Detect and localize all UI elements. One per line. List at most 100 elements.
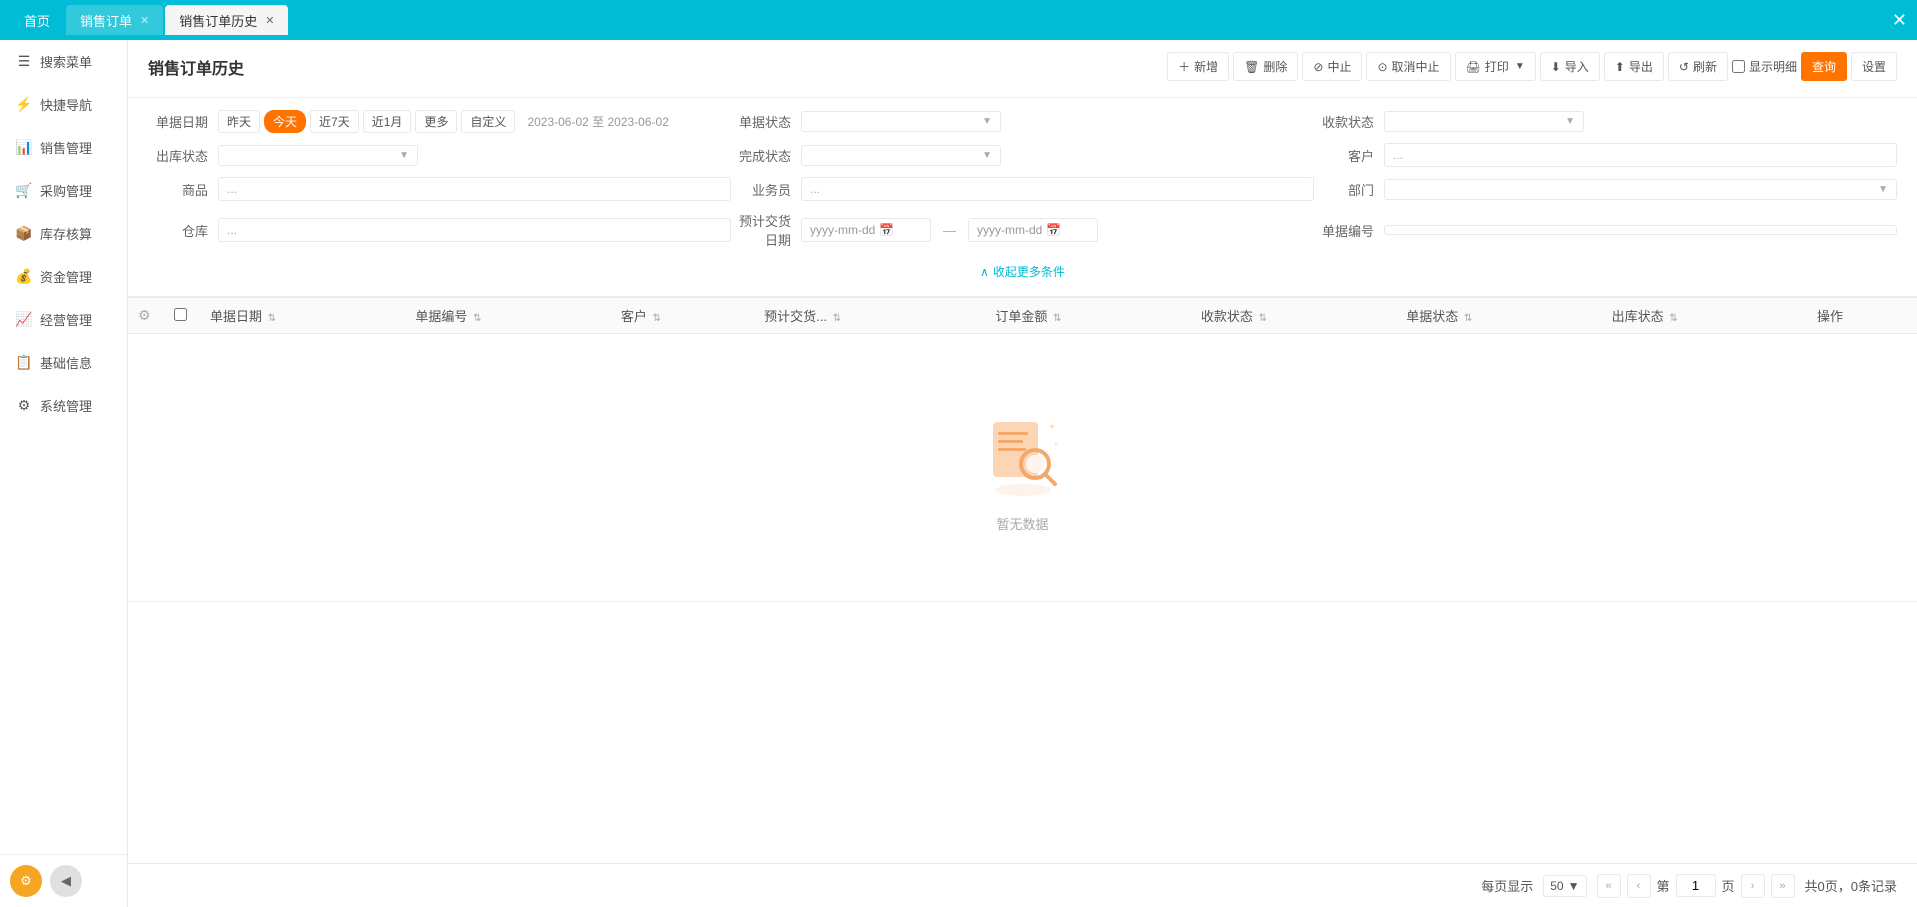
export-button[interactable]: ⬆ 导出 (1604, 52, 1664, 81)
last-page-btn[interactable]: » (1771, 874, 1795, 898)
operations-icon: 📈 (16, 312, 32, 328)
salesman-input[interactable]: ... (801, 177, 1314, 201)
next-page-btn[interactable]: › (1741, 874, 1765, 898)
th-operation: 操作 (1807, 298, 1917, 334)
header-row: ⚙ 单据日期 ⇅ 单据编号 ⇅ (128, 298, 1917, 334)
goods-label: 商品 (148, 180, 218, 199)
collapse-filter-row[interactable]: ∧ 收起更多条件 (148, 259, 1897, 284)
sidebar-item-search-menu[interactable]: ☰ 搜索菜单 (0, 40, 127, 83)
salesman-label: 业务员 (731, 180, 801, 199)
complete-arrow: ▼ (982, 150, 992, 161)
filter-bill-status-section: 单据状态 ▼ (731, 111, 1314, 132)
sidebar-item-finance[interactable]: 💰 资金管理 (0, 255, 127, 298)
bill-status-select[interactable]: ▼ (801, 111, 1001, 132)
sort-bill-number-icon[interactable]: ⇅ (473, 313, 481, 324)
tab-home[interactable]: 首页 (10, 5, 64, 35)
sidebar-item-purchase-mgmt[interactable]: 🛒 采购管理 (0, 169, 127, 212)
customer-input[interactable]: ... (1384, 143, 1897, 167)
table-header: ⚙ 单据日期 ⇅ 单据编号 ⇅ (128, 298, 1917, 334)
delete-button[interactable]: 🗑 删除 (1233, 52, 1298, 81)
total-info: 共0页，0条记录 (1805, 876, 1897, 895)
outbound-arrow: ▼ (399, 150, 409, 161)
sort-outbound-icon[interactable]: ⇅ (1669, 313, 1677, 324)
filter-date-section: 单据日期 昨天 今天 近7天 近1月 更多 自定义 2023-06-02 至 2… (148, 110, 731, 133)
sort-delivery-icon[interactable]: ⇅ (833, 313, 841, 324)
content-area: 销售订单历史 ＋ 新增 🗑 删除 ⊘ 中止 ⊙ (128, 40, 1917, 907)
prev-page-btn[interactable]: ‹ (1627, 874, 1651, 898)
close-history-tab[interactable]: ✕ (265, 14, 274, 27)
table-settings-icon[interactable]: ⚙ (138, 307, 151, 323)
sidebar-item-system[interactable]: ⚙ 系统管理 (0, 384, 127, 427)
add-button[interactable]: ＋ 新增 (1167, 52, 1229, 81)
goods-input[interactable]: ... (218, 177, 731, 201)
sidebar-item-label: 库存核算 (40, 224, 92, 243)
warehouse-input[interactable]: ... (218, 218, 731, 242)
cancel-stop-button[interactable]: ⊙ 取消中止 (1366, 52, 1450, 81)
sidebar-item-sales-mgmt[interactable]: 📊 销售管理 (0, 126, 127, 169)
th-receipt-status: 收款状态 ⇅ (1191, 298, 1396, 334)
collapse-label: 收起更多条件 (993, 263, 1065, 280)
date-btn-yesterday[interactable]: 昨天 (218, 110, 260, 133)
sort-receipt-icon[interactable]: ⇅ (1258, 313, 1266, 324)
select-all-checkbox[interactable] (174, 308, 187, 321)
tab-sales-order-history[interactable]: 销售订单历史 ✕ (165, 5, 288, 35)
search-menu-icon: ☰ (16, 54, 32, 70)
first-page-btn[interactable]: « (1597, 874, 1621, 898)
th-checkbox (164, 298, 200, 334)
filter-goods-section: 商品 ... (148, 177, 731, 201)
sort-bill-date-icon[interactable]: ⇅ (268, 313, 276, 324)
delivery-date-from[interactable]: yyyy-mm-dd 📅 (801, 218, 931, 242)
sidebar-item-basic-info[interactable]: 📋 基础信息 (0, 341, 127, 384)
sidebar-item-label: 经营管理 (40, 310, 92, 329)
stop-button[interactable]: ⊘ 中止 (1302, 52, 1362, 81)
warehouse-label: 仓库 (148, 221, 218, 240)
bill-number-input[interactable] (1384, 225, 1897, 235)
sort-bill-status-icon[interactable]: ⇅ (1464, 313, 1472, 324)
filter-receipt-status-section: 收款状态 ▼ (1314, 111, 1897, 132)
stop-icon: ⊘ (1313, 60, 1323, 74)
outbound-status-select[interactable]: ▼ (218, 145, 418, 166)
sidebar-item-quick-nav[interactable]: ⚡ 快捷导航 (0, 83, 127, 126)
settings-button[interactable]: 设置 (1851, 52, 1897, 81)
th-outbound-status: 出库状态 ⇅ (1602, 298, 1807, 334)
tab-sales-order[interactable]: 销售订单 ✕ (66, 5, 163, 35)
import-button[interactable]: ⬇ 导入 (1540, 52, 1600, 81)
print-icon: 🖨 (1466, 60, 1481, 74)
complete-status-select[interactable]: ▼ (801, 145, 1001, 166)
refresh-button[interactable]: ↺ 刷新 (1668, 52, 1728, 81)
date-label: 单据日期 (148, 112, 218, 131)
date-btn-custom[interactable]: 自定义 (461, 110, 515, 133)
date-btn-7days[interactable]: 近7天 (310, 110, 359, 133)
sidebar-item-operations[interactable]: 📈 经营管理 (0, 298, 127, 341)
page-size-select[interactable]: 50 ▼ (1543, 875, 1586, 897)
date-btn-more[interactable]: 更多 (415, 110, 457, 133)
sidebar-item-inventory[interactable]: 📦 库存核算 (0, 212, 127, 255)
empty-text: 暂无数据 (996, 514, 1048, 533)
receipt-status-select[interactable]: ▼ (1384, 111, 1584, 132)
department-select[interactable]: ▼ (1384, 179, 1897, 200)
sidebar-item-label: 销售管理 (40, 138, 92, 157)
inventory-icon: 📦 (16, 226, 32, 242)
delivery-date-to[interactable]: yyyy-mm-dd 📅 (968, 218, 1098, 242)
data-table: ⚙ 单据日期 ⇅ 单据编号 ⇅ (128, 297, 1917, 602)
window-close-icon[interactable]: ✕ (1892, 10, 1907, 31)
receipt-status-arrow: ▼ (1565, 116, 1575, 127)
sidebar-settings-btn[interactable]: ⚙ (10, 865, 42, 897)
close-sales-order-tab[interactable]: ✕ (140, 14, 149, 27)
print-button[interactable]: 🖨 打印 ▼ (1455, 52, 1536, 81)
sort-customer-icon[interactable]: ⇅ (652, 313, 660, 324)
toolbar: ＋ 新增 🗑 删除 ⊘ 中止 ⊙ 取消中止 (1167, 52, 1897, 81)
date-btn-1month[interactable]: 近1月 (363, 110, 412, 133)
page-size-label: 每页显示 (1481, 876, 1533, 895)
salesman-ellipsis: ... (810, 182, 820, 196)
sidebar-bottom: ⚙ ◀ (0, 854, 127, 907)
sort-amount-icon[interactable]: ⇅ (1053, 313, 1061, 324)
display-detail-checkbox[interactable] (1732, 60, 1745, 73)
page-number-input[interactable] (1676, 874, 1716, 897)
query-button[interactable]: 查询 (1801, 52, 1847, 81)
date-btn-today[interactable]: 今天 (264, 110, 306, 133)
sidebar-collapse-btn[interactable]: ◀ (50, 865, 82, 897)
filter-row-3: 商品 ... 业务员 ... 部门 ▼ (148, 177, 1897, 201)
display-detail-checkbox-label[interactable]: 显示明细 (1732, 58, 1797, 75)
delete-icon: 🗑 (1244, 60, 1259, 74)
